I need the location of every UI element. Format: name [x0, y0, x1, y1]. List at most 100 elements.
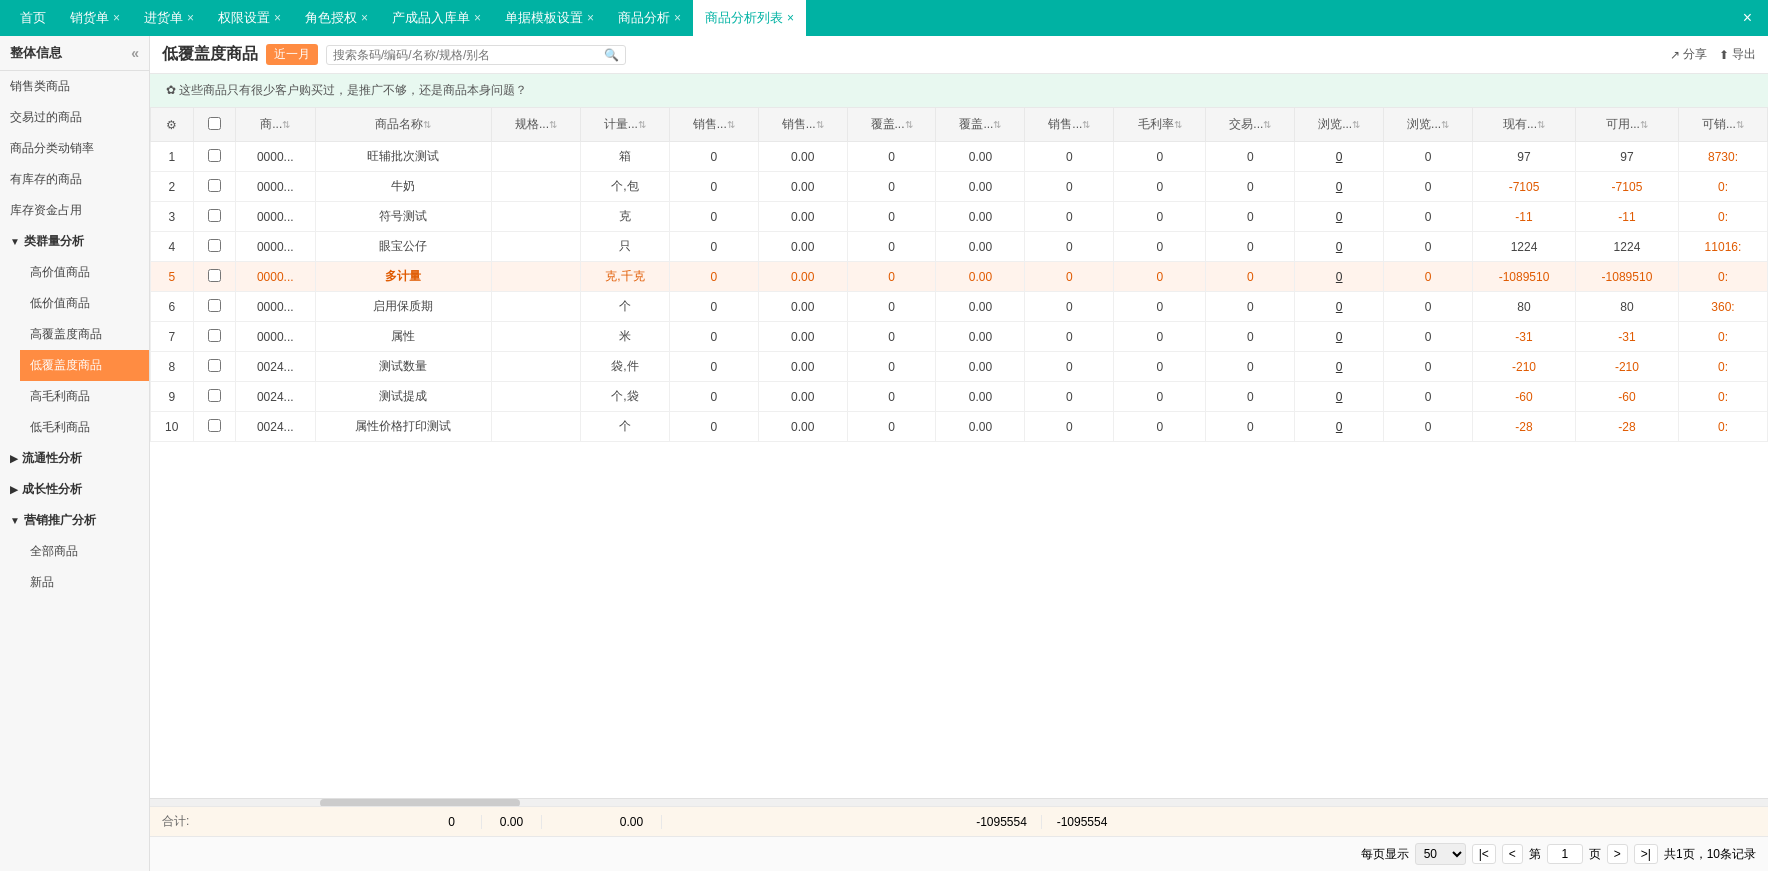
prev-page-button[interactable]: < — [1502, 844, 1523, 864]
col-cover1[interactable]: 覆盖...⇅ — [847, 108, 936, 142]
sidebar-item-high-value[interactable]: 高价值商品 — [20, 257, 149, 288]
nav-close-permission[interactable]: × — [274, 11, 281, 25]
nav-close-analysis-list[interactable]: × — [787, 11, 794, 25]
nav-sales[interactable]: 销货单 × — [58, 0, 132, 36]
row-browse1[interactable]: 0 — [1295, 322, 1384, 352]
row-browse1[interactable]: 0 — [1295, 172, 1384, 202]
sidebar-item-traded-goods[interactable]: 交易过的商品 — [0, 102, 149, 133]
nav-close-role[interactable]: × — [361, 11, 368, 25]
row-checkbox[interactable] — [193, 322, 235, 352]
select-all-checkbox[interactable] — [208, 117, 221, 130]
col-trade[interactable]: 交易...⇅ — [1206, 108, 1295, 142]
row-browse1[interactable]: 0 — [1295, 412, 1384, 442]
col-available[interactable]: 可用...⇅ — [1575, 108, 1678, 142]
col-sales-qty[interactable]: 销售...⇅ — [669, 108, 758, 142]
chevron-right-icon: ▶ — [10, 453, 18, 464]
nav-close-product-inbound[interactable]: × — [474, 11, 481, 25]
nav-home[interactable]: 首页 — [8, 0, 58, 36]
row-browse1[interactable]: 0 — [1295, 352, 1384, 382]
row-checkbox[interactable] — [193, 412, 235, 442]
row-checkbox[interactable] — [193, 142, 235, 172]
sidebar-item-low-value[interactable]: 低价值商品 — [20, 288, 149, 319]
sidebar-item-all-goods[interactable]: 全部商品 — [20, 536, 149, 567]
col-code[interactable]: 商...⇅ — [235, 108, 315, 142]
sidebar-item-category-rate[interactable]: 商品分类动销率 — [0, 133, 149, 164]
sidebar-group-flow[interactable]: ▶ 流通性分析 — [0, 443, 149, 474]
row-checkbox-input[interactable] — [208, 329, 221, 342]
row-browse1[interactable]: 0 — [1295, 142, 1384, 172]
col-settings[interactable]: ⚙ — [151, 108, 194, 142]
sidebar-group-growth[interactable]: ▶ 成长性分析 — [0, 474, 149, 505]
row-checkbox-input[interactable] — [208, 359, 221, 372]
row-checkbox[interactable] — [193, 382, 235, 412]
col-saleable[interactable]: 可销...⇅ — [1678, 108, 1767, 142]
row-checkbox[interactable] — [193, 262, 235, 292]
row-checkbox[interactable] — [193, 352, 235, 382]
col-cover2[interactable]: 覆盖...⇅ — [936, 108, 1025, 142]
row-checkbox-input[interactable] — [208, 419, 221, 432]
col-sales-amt[interactable]: 销售...⇅ — [758, 108, 847, 142]
next-page-button[interactable]: > — [1607, 844, 1628, 864]
page-number-input[interactable] — [1547, 844, 1583, 864]
sidebar-group-marketing[interactable]: ▼ 营销推广分析 — [0, 505, 149, 536]
col-unit[interactable]: 计量...⇅ — [580, 108, 669, 142]
col-current[interactable]: 现有...⇅ — [1473, 108, 1576, 142]
col-name[interactable]: 商品名称⇅ — [315, 108, 491, 142]
window-close-button[interactable]: × — [1735, 9, 1760, 27]
nav-role[interactable]: 角色授权 × — [293, 0, 380, 36]
row-checkbox-input[interactable] — [208, 299, 221, 312]
nav-template[interactable]: 单据模板设置 × — [493, 0, 606, 36]
sidebar-item-low-profit[interactable]: 低毛利商品 — [20, 412, 149, 443]
row-checkbox-input[interactable] — [208, 389, 221, 402]
nav-close-template[interactable]: × — [587, 11, 594, 25]
period-button[interactable]: 近一月 — [266, 44, 318, 65]
export-button[interactable]: ⬆ 导出 — [1719, 46, 1756, 63]
horizontal-scrollbar[interactable] — [150, 798, 1768, 806]
row-sales3: 0 — [1025, 202, 1114, 232]
sidebar-item-in-stock[interactable]: 有库存的商品 — [0, 164, 149, 195]
row-checkbox[interactable] — [193, 232, 235, 262]
nav-permission[interactable]: 权限设置 × — [206, 0, 293, 36]
sidebar-group-cluster[interactable]: ▼ 类群量分析 — [0, 226, 149, 257]
row-browse1[interactable]: 0 — [1295, 262, 1384, 292]
col-sales3[interactable]: 销售...⇅ — [1025, 108, 1114, 142]
row-checkbox-input[interactable] — [208, 149, 221, 162]
sidebar-item-high-profit[interactable]: 高毛利商品 — [20, 381, 149, 412]
nav-analysis[interactable]: 商品分析 × — [606, 0, 693, 36]
share-button[interactable]: ↗ 分享 — [1670, 46, 1707, 63]
sidebar-item-sales-goods[interactable]: 销售类商品 — [0, 71, 149, 102]
row-browse1[interactable]: 0 — [1295, 382, 1384, 412]
row-browse1[interactable]: 0 — [1295, 202, 1384, 232]
last-page-button[interactable]: >| — [1634, 844, 1658, 864]
row-checkbox-input[interactable] — [208, 179, 221, 192]
nav-close-purchase[interactable]: × — [187, 11, 194, 25]
sidebar-item-new-goods[interactable]: 新品 — [20, 567, 149, 598]
row-checkbox[interactable] — [193, 292, 235, 322]
row-available: 1224 — [1575, 232, 1678, 262]
row-browse1[interactable]: 0 — [1295, 232, 1384, 262]
col-browse2[interactable]: 浏览...⇅ — [1384, 108, 1473, 142]
sidebar-item-high-coverage[interactable]: 高覆盖度商品 — [20, 319, 149, 350]
sidebar-item-low-coverage[interactable]: 低覆盖度商品 — [20, 350, 149, 381]
nav-close-analysis[interactable]: × — [674, 11, 681, 25]
nav-close-sales[interactable]: × — [113, 11, 120, 25]
row-checkbox-input[interactable] — [208, 239, 221, 252]
nav-purchase[interactable]: 进货单 × — [132, 0, 206, 36]
col-spec[interactable]: 规格...⇅ — [492, 108, 581, 142]
search-input[interactable] — [333, 48, 604, 62]
row-checkbox[interactable] — [193, 172, 235, 202]
page-size-select[interactable]: 50 100 200 — [1415, 843, 1466, 865]
first-page-button[interactable]: |< — [1472, 844, 1496, 864]
col-gross-rate[interactable]: 毛利率⇅ — [1114, 108, 1206, 142]
col-browse1[interactable]: 浏览...⇅ — [1295, 108, 1384, 142]
row-checkbox-input[interactable] — [208, 209, 221, 222]
row-browse1[interactable]: 0 — [1295, 292, 1384, 322]
nav-analysis-list[interactable]: 商品分析列表 × — [693, 0, 806, 36]
search-icon[interactable]: 🔍 — [604, 48, 619, 62]
nav-product-inbound[interactable]: 产成品入库单 × — [380, 0, 493, 36]
row-checkbox[interactable] — [193, 202, 235, 232]
sidebar-collapse-button[interactable]: « — [131, 45, 139, 61]
row-checkbox-input[interactable] — [208, 269, 221, 282]
row-sales-qty: 0 — [669, 412, 758, 442]
sidebar-item-capital[interactable]: 库存资金占用 — [0, 195, 149, 226]
